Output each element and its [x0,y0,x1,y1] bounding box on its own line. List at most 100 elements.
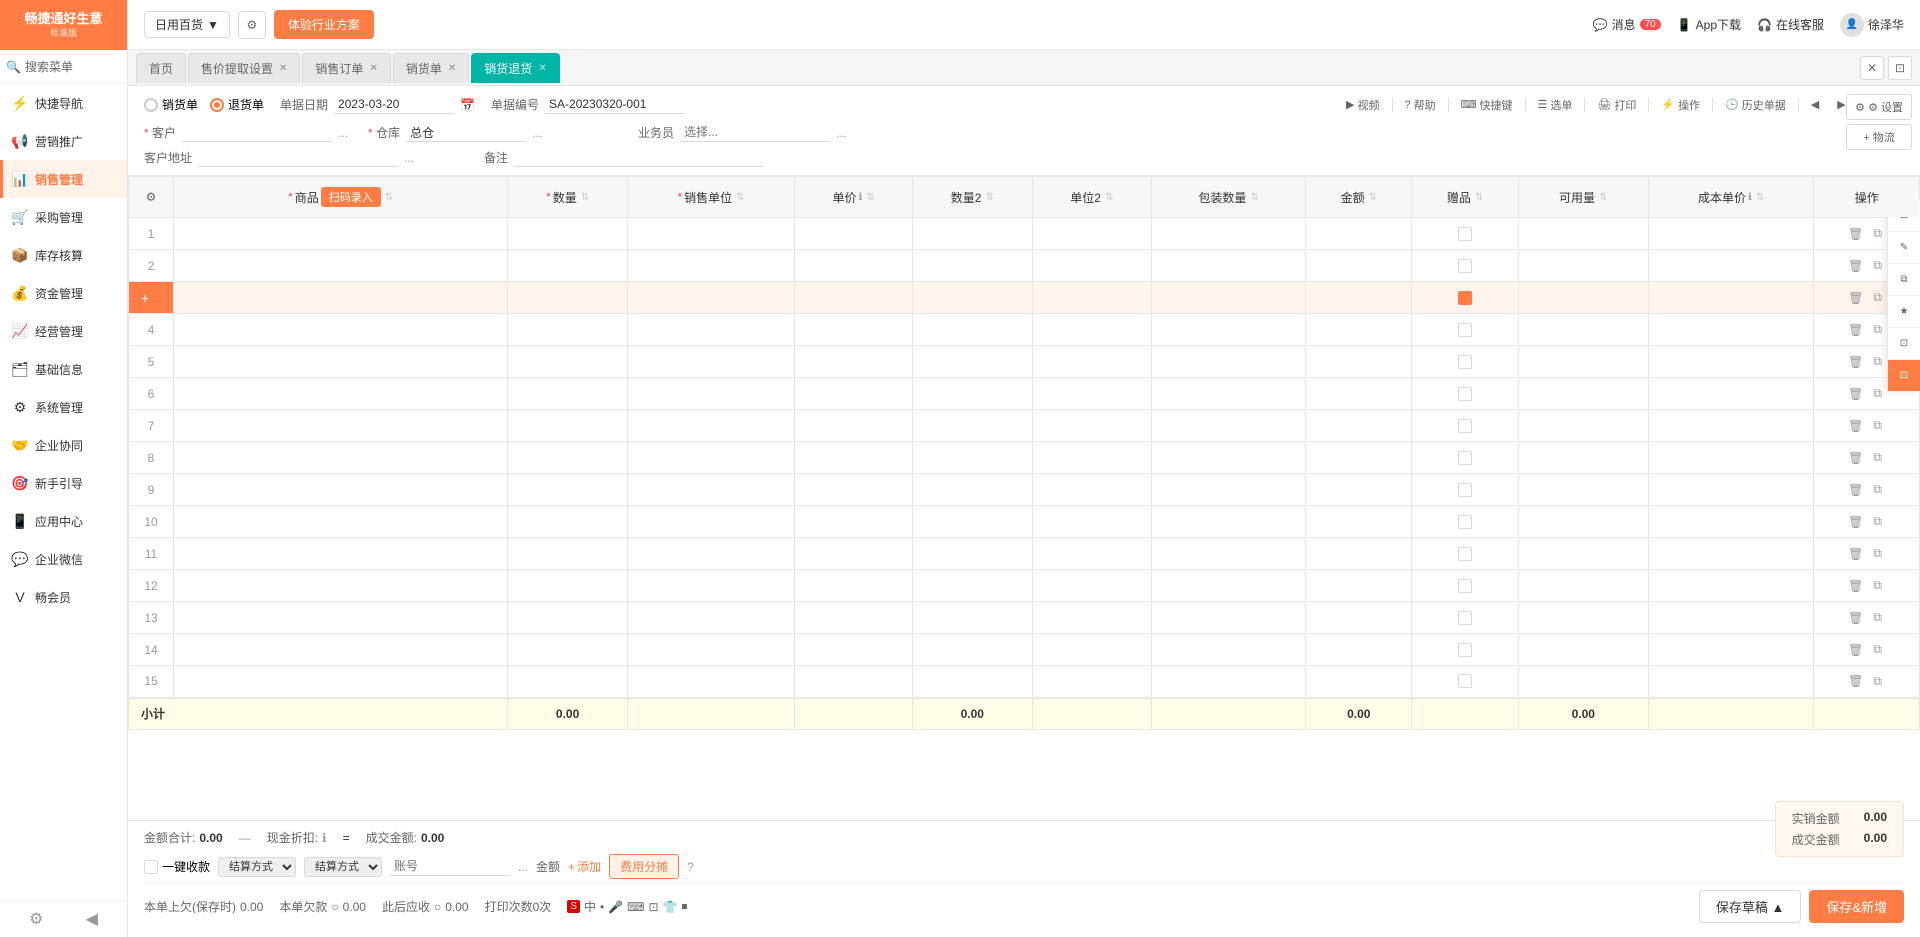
unit2-cell[interactable] [1032,282,1152,314]
qty2-cell[interactable] [913,250,1033,282]
product-input-active[interactable] [180,291,501,305]
gift-checkbox[interactable] [1458,547,1472,561]
amount-sort-icon[interactable]: ⇅ [1369,192,1377,203]
unit-price-cell[interactable] [795,250,913,282]
tab-close-icon[interactable]: ✕ [538,63,546,74]
copy-row-icon[interactable]: ⧉ [1869,641,1887,659]
topbar-gear-btn[interactable]: ⚙ [238,11,266,39]
sidebar-item-member[interactable]: V 畅会员 [0,578,127,616]
settings-side-btn[interactable]: ⚙ ⚙ 设置 [1846,94,1912,120]
expense-help-icon[interactable]: ? [687,860,694,874]
cost-price-info-icon[interactable]: ℹ [1748,192,1752,203]
customer-dots[interactable]: ... [338,126,348,140]
user-profile[interactable]: 👤 徐泽华 [1840,13,1904,37]
sidebar-item-quick-nav[interactable]: ⚡ 快捷导航 [0,84,127,122]
right-icon-active[interactable]: ⊡ [1888,360,1920,392]
amount-cell[interactable] [1306,282,1412,314]
unit-price-cell[interactable] [795,282,913,314]
gift-checkbox[interactable] [1458,579,1472,593]
tab-sales-return[interactable]: 销货退货 ✕ [471,53,559,83]
account-dots[interactable]: ... [518,860,528,874]
delete-row-icon[interactable]: 🗑 [1847,353,1865,371]
tab-sales-order[interactable]: 销售订单 ✕ [302,53,390,83]
delete-row-icon[interactable]: 🗑 [1847,417,1865,435]
delete-row-icon[interactable]: 🗑 [1847,481,1865,499]
copy-row-icon[interactable]: ⧉ [1869,481,1887,499]
available-cell[interactable] [1518,218,1648,250]
copy-row-icon[interactable]: ⧉ [1869,321,1887,339]
delete-row-icon[interactable]: 🗑 [1847,321,1865,339]
salesperson-input[interactable] [680,123,830,142]
video-btn[interactable]: ▶ 视频 [1340,95,1385,115]
add-row-btn[interactable]: + [135,288,155,308]
cost-price-sort-icon[interactable]: ⇅ [1756,192,1764,203]
calendar-icon[interactable]: 📅 [460,98,475,112]
online-service-btn[interactable]: 🎧 在线客服 [1757,16,1824,33]
amount-cell[interactable] [1306,250,1412,282]
delete-row-icon[interactable]: 🗑 [1847,449,1865,467]
delete-row-icon[interactable]: 🗑 [1847,545,1865,563]
sales-unit-cell[interactable] [627,218,794,250]
radio-delivery[interactable]: 销货单 [144,96,198,113]
sales-unit-cell[interactable] [627,250,794,282]
sidebar-item-marketing[interactable]: 📢 营销推广 [0,122,127,160]
gift-checkbox[interactable] [1458,643,1472,657]
delete-row-icon[interactable]: 🗑 [1847,513,1865,531]
qty-sort-icon[interactable]: ⇅ [581,192,589,203]
right-icon-edit[interactable]: ✎ [1888,232,1920,264]
copy-row-icon[interactable]: ⧉ [1869,609,1887,627]
gift-checkbox[interactable] [1458,259,1472,273]
settings-bottom-btn[interactable]: ⚙ [29,909,43,929]
unit2-cell[interactable] [1032,250,1152,282]
product-cell-active[interactable] [174,282,508,314]
sidebar-item-newbie[interactable]: 🎯 新手引导 [0,464,127,502]
copy-row-icon[interactable]: ⧉ [1869,672,1887,690]
daily-select[interactable]: 日用百货 ▼ [144,11,230,38]
qty2-cell[interactable] [913,282,1033,314]
date-input[interactable] [334,95,454,114]
unit-price-cell[interactable] [795,218,913,250]
sidebar-item-operation[interactable]: 📈 经营管理 [0,312,127,350]
gift-sort-icon[interactable]: ⇅ [1475,192,1483,203]
gift-checkbox[interactable] [1458,323,1472,337]
gift-checkbox[interactable] [1458,291,1472,305]
help-btn[interactable]: ? 帮助 [1399,95,1442,115]
close-all-tabs-btn[interactable]: ✕ [1860,56,1884,80]
right-icon-bookmark[interactable]: ★ [1888,296,1920,328]
add-payment-btn[interactable]: + 添加 [568,858,601,875]
select-btn[interactable]: ☰ 选单 [1532,95,1579,115]
sidebar-item-purchase[interactable]: 🛒 采购管理 [0,198,127,236]
delete-row-icon[interactable]: 🗑 [1847,289,1865,307]
sidebar-item-enterprise[interactable]: 🤝 企业协同 [0,426,127,464]
cost-price-cell[interactable] [1648,218,1814,250]
warehouse-input[interactable] [406,123,526,142]
gift-checkbox[interactable] [1458,419,1472,433]
sidebar-item-inventory[interactable]: 📦 库存核算 [0,236,127,274]
copy-row-icon[interactable]: ⧉ [1869,577,1887,595]
right-icon-copy[interactable]: ⧉ [1888,264,1920,296]
address-input[interactable] [198,148,398,167]
prev-btn[interactable]: ◀ [1805,96,1825,113]
unit-price-sort-icon[interactable]: ⇅ [866,192,874,203]
number-input[interactable] [545,95,685,114]
gift-checkbox[interactable] [1458,227,1472,241]
app-download-btn[interactable]: 📱 App下载 [1677,16,1741,33]
copy-row-icon[interactable]: ⧉ [1869,545,1887,563]
qty-cell[interactable] [508,282,628,314]
history-btn[interactable]: 🕒 历史单据 [1719,95,1792,115]
qty-cell[interactable] [508,250,628,282]
one-click-pay-check[interactable] [144,860,158,874]
collapse-btn[interactable]: ◀ [86,909,98,929]
tab-price-settings[interactable]: 售价提取设置 ✕ [188,53,300,83]
experience-button[interactable]: 体验行业方案 [274,10,374,39]
available-sort-icon[interactable]: ⇅ [1599,192,1607,203]
available-cell[interactable] [1518,282,1648,314]
delete-row-icon[interactable]: 🗑 [1847,225,1865,243]
sidebar-item-system[interactable]: ⚙ 系统管理 [0,388,127,426]
maximize-tab-btn[interactable]: ⊡ [1888,56,1912,80]
account-input[interactable] [390,857,510,876]
right-icon-monitor[interactable]: ⊡ [1888,328,1920,360]
salesperson-dots[interactable]: ... [836,126,846,140]
tab-close-icon[interactable]: ✕ [369,63,377,74]
copy-row-icon[interactable]: ⧉ [1869,417,1887,435]
